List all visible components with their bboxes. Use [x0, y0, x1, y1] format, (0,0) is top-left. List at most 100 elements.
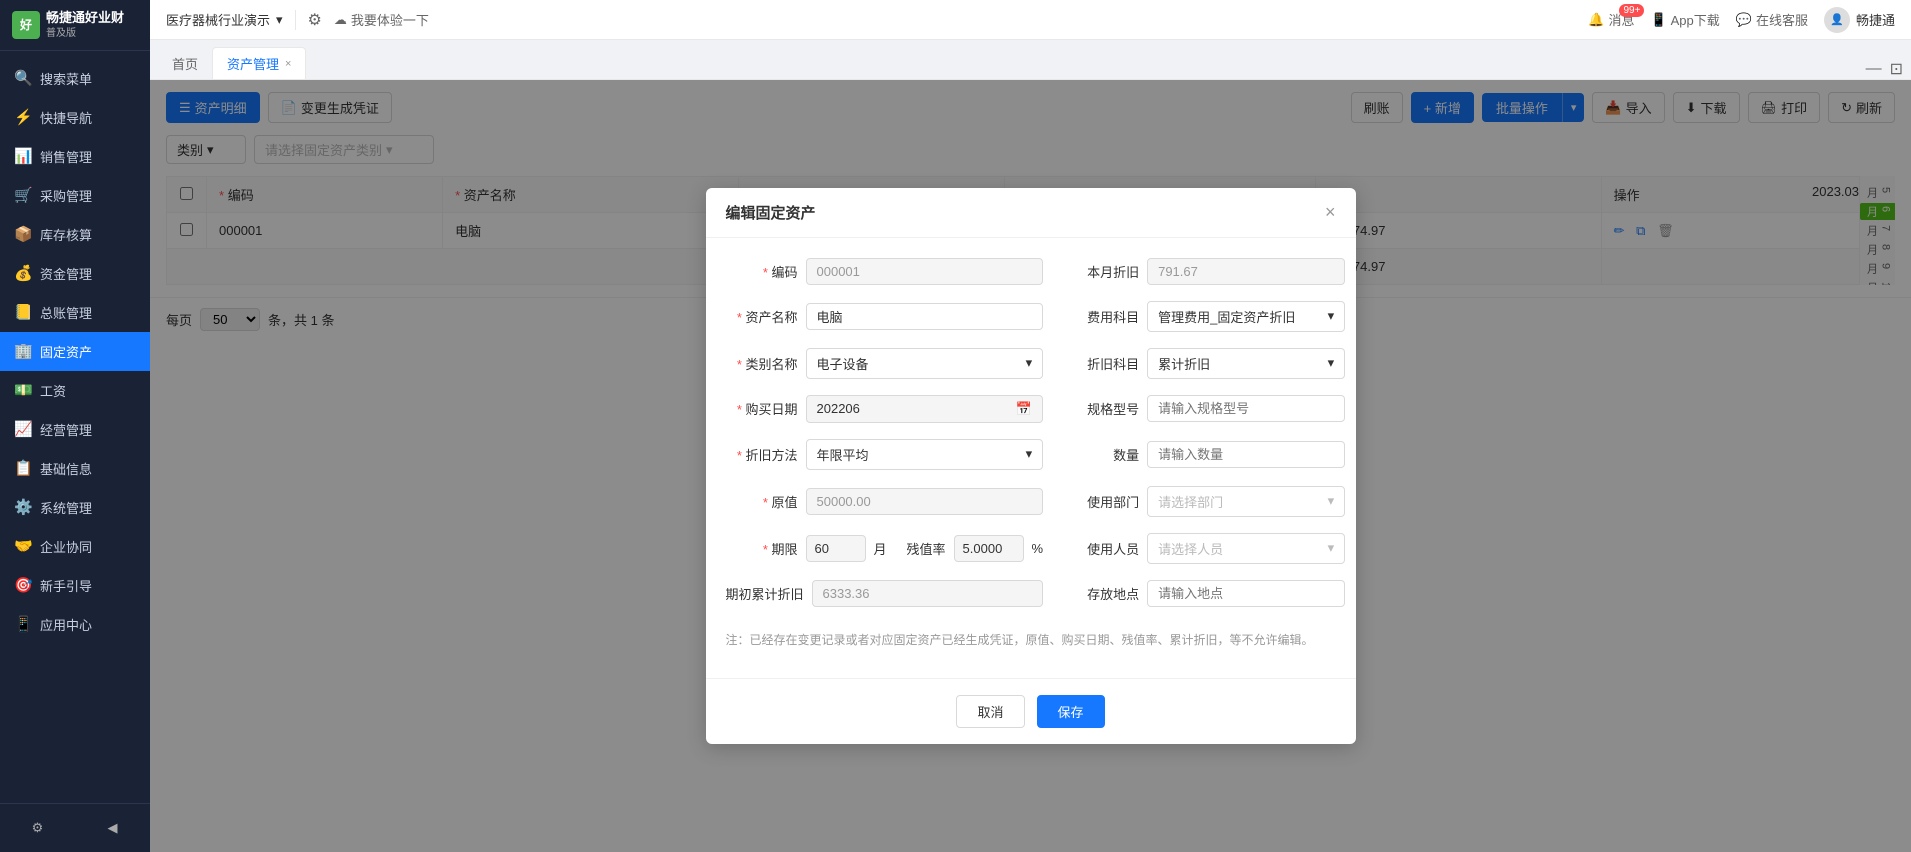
sidebar-item-sysmanage[interactable]: ⚙️ 系统管理 — [0, 488, 150, 527]
user-select[interactable]: 请选择人员 ▾ — [1147, 533, 1345, 564]
period-label: 期限 — [726, 539, 798, 558]
tab-assets-label: 资产管理 — [227, 54, 279, 73]
sidebar-item-basicinfo[interactable]: 📋 基础信息 — [0, 449, 150, 488]
form-note: 注：已经存在变更记录或者对应固定资产已经生成凭证，原值、购买日期、残值率、累计折… — [726, 623, 1346, 658]
category-select[interactable]: 电子设备 ▾ — [806, 348, 1044, 379]
residual-rate-input[interactable] — [954, 535, 1024, 562]
company-selector[interactable]: 医疗器械行业演示 ▾ — [166, 10, 283, 29]
period-input[interactable] — [806, 535, 866, 562]
settings-button[interactable]: ⚙ — [0, 812, 75, 844]
sidebar-item-label: 应用中心 — [40, 615, 92, 634]
form-item-original-value: 原值 — [726, 486, 1044, 517]
sidebar-item-appcenter[interactable]: 📱 应用中心 — [0, 605, 150, 644]
settings-gear-button[interactable]: ⚙ — [308, 10, 322, 30]
logo-icon: 好 — [12, 11, 40, 39]
sidebar-item-guide[interactable]: 🎯 新手引导 — [0, 566, 150, 605]
department-select[interactable]: 请选择部门 ▾ — [1147, 486, 1345, 517]
company-name: 医疗器械行业演示 — [166, 10, 270, 29]
calendar-icon: 📅 — [1016, 401, 1032, 417]
dep-method-value: 年限平均 — [817, 445, 869, 464]
sidebar-item-payroll[interactable]: 💵 工资 — [0, 371, 150, 410]
spec-label: 规格型号 — [1067, 399, 1139, 418]
code-label: 编码 — [726, 262, 798, 281]
dep-method-select[interactable]: 年限平均 ▾ — [806, 439, 1044, 470]
experience-button[interactable]: ☁ 我要体验一下 — [334, 10, 429, 29]
form-item-category: 类别名称 电子设备 ▾ — [726, 348, 1044, 379]
department-label: 使用部门 — [1067, 492, 1139, 511]
form-grid: 编码 本月折旧 资产名称 — [726, 258, 1336, 658]
notification-button[interactable]: 🔔 消息 99+ — [1588, 10, 1634, 29]
user-menu[interactable]: 👤 畅捷通 — [1824, 7, 1895, 33]
app-subtitle: 普及版 — [46, 27, 124, 40]
collapse-button[interactable]: ◀ — [75, 812, 150, 844]
username: 畅捷通 — [1856, 10, 1895, 29]
purchase-date-value: 202206 — [817, 401, 860, 416]
code-input[interactable] — [806, 258, 1044, 285]
dep-subject-select[interactable]: 累计折旧 ▾ — [1147, 348, 1345, 379]
sidebar-item-fixedassets[interactable]: 🏢 固定资产 — [0, 332, 150, 371]
quantity-input[interactable] — [1147, 441, 1345, 468]
tab-minimize-icon[interactable]: — — [1866, 60, 1882, 78]
cancel-button[interactable]: 取消 — [956, 695, 1024, 728]
tab-home[interactable]: 首页 — [158, 47, 212, 79]
sidebar-item-label: 库存核算 — [40, 225, 92, 244]
purchase-date-picker[interactable]: 202206 📅 — [806, 395, 1044, 423]
main-area: 医疗器械行业演示 ▾ ⚙ ☁ 我要体验一下 🔔 消息 99+ 📱 App下载 — [150, 0, 1911, 852]
expense-subject-select[interactable]: 管理费用_固定资产折旧 ▾ — [1147, 301, 1345, 332]
service-icon: 💬 — [1736, 12, 1752, 28]
sidebar-item-cooperation[interactable]: 🤝 企业协同 — [0, 527, 150, 566]
form-item-purchase-date: 购买日期 202206 📅 — [726, 395, 1044, 423]
ledger-icon: 📒 — [14, 303, 32, 321]
save-button[interactable]: 保存 — [1037, 695, 1105, 728]
edit-asset-modal: 编辑固定资产 × 编码 本月折旧 — [706, 188, 1356, 744]
period-unit: 月 — [874, 539, 887, 558]
initial-dep-input[interactable] — [812, 580, 1044, 607]
user-dropdown-icon: ▾ — [1328, 540, 1335, 556]
location-input[interactable] — [1147, 580, 1345, 607]
app-download-button[interactable]: 📱 App下载 — [1650, 10, 1719, 29]
sidebar-item-purchase[interactable]: 🛒 采购管理 — [0, 176, 150, 215]
tab-close-icon[interactable]: × — [285, 58, 291, 70]
sidebar-item-label: 固定资产 — [40, 342, 92, 361]
modal-close-button[interactable]: × — [1325, 202, 1336, 223]
sidebar-item-ledger[interactable]: 📒 总账管理 — [0, 293, 150, 332]
user-placeholder: 请选择人员 — [1158, 539, 1223, 558]
asset-name-label: 资产名称 — [726, 307, 798, 326]
sidebar: 好 畅捷通好业财 普及版 🔍 搜索菜单 ⚡ 快捷导航 📊 销售管理 🛒 采购管理 — [0, 0, 150, 852]
sidebar-item-search[interactable]: 🔍 搜索菜单 — [0, 59, 150, 98]
sidebar-item-label: 快捷导航 — [40, 108, 92, 127]
sidebar-item-label: 企业协同 — [40, 537, 92, 556]
sidebar-item-label: 系统管理 — [40, 498, 92, 517]
sidebar-item-funds[interactable]: 💰 资金管理 — [0, 254, 150, 293]
expense-subject-dropdown-icon: ▾ — [1328, 308, 1335, 324]
category-label: 类别名称 — [726, 354, 798, 373]
basicinfo-icon: 📋 — [14, 459, 32, 477]
modal-title: 编辑固定资产 — [726, 202, 816, 223]
settings-icon: ⚙ — [32, 820, 44, 836]
form-item-monthly-dep: 本月折旧 — [1067, 258, 1345, 285]
spec-input[interactable] — [1147, 395, 1345, 422]
sidebar-item-operations[interactable]: 📈 经营管理 — [0, 410, 150, 449]
form-item-spec: 规格型号 — [1067, 395, 1345, 423]
original-value-input[interactable] — [806, 488, 1044, 515]
monthly-dep-input[interactable] — [1147, 258, 1345, 285]
sidebar-item-inventory[interactable]: 📦 库存核算 — [0, 215, 150, 254]
form-item-user: 使用人员 请选择人员 ▾ — [1067, 533, 1345, 564]
tab-assets[interactable]: 资产管理 × — [212, 47, 306, 79]
sidebar-item-quicknav[interactable]: ⚡ 快捷导航 — [0, 98, 150, 137]
original-value-label: 原值 — [726, 492, 798, 511]
asset-name-input[interactable] — [806, 303, 1044, 330]
online-service-button[interactable]: 💬 在线客服 — [1736, 10, 1808, 29]
residual-rate-unit: % — [1032, 541, 1044, 556]
form-item-initial-dep: 期初累计折旧 — [726, 580, 1044, 607]
form-item-code: 编码 — [726, 258, 1044, 285]
sidebar-item-sales[interactable]: 📊 销售管理 — [0, 137, 150, 176]
download-icon: 📱 — [1650, 12, 1666, 28]
sidebar-item-label: 经营管理 — [40, 420, 92, 439]
cooperation-icon: 🤝 — [14, 537, 32, 555]
dep-subject-value: 累计折旧 — [1158, 354, 1210, 373]
tab-maximize-icon[interactable]: ⊡ — [1890, 59, 1903, 79]
sidebar-item-label: 销售管理 — [40, 147, 92, 166]
category-dropdown-icon2: ▾ — [1026, 355, 1033, 371]
app-logo: 好 畅捷通好业财 普及版 — [0, 0, 150, 51]
